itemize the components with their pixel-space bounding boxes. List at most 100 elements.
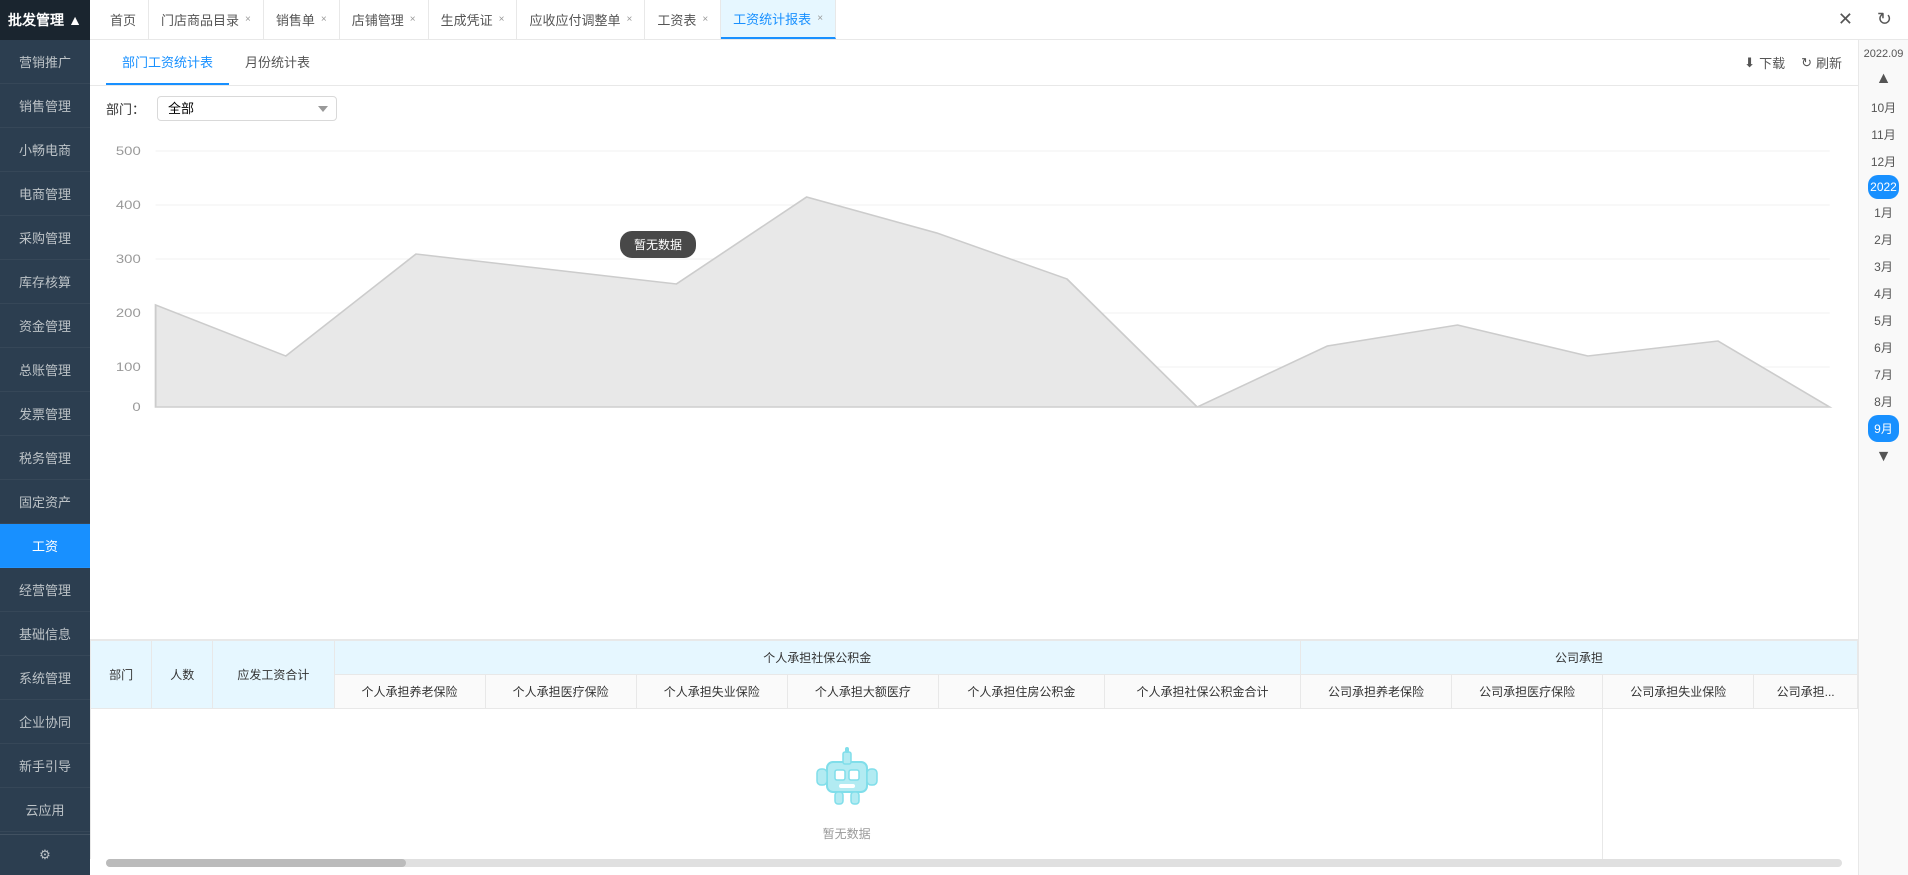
tab-首页[interactable]: 首页	[98, 0, 149, 39]
department-filter-label: 部门：	[106, 99, 145, 118]
col-headcount: 人数	[152, 641, 213, 709]
sidebar-item-新手引导[interactable]: 新手引导	[0, 744, 90, 788]
tab-label: 工资表	[657, 10, 696, 29]
date-item-12月[interactable]: 12月	[1868, 148, 1899, 175]
tab-工资表[interactable]: 工资表 ×	[645, 0, 721, 39]
sidebar-item-采购管理[interactable]: 采购管理	[0, 216, 90, 260]
date-item-2022[interactable]: 2022	[1868, 175, 1899, 199]
col-personal-large-medical: 个人承担大额医疗	[787, 675, 938, 709]
sub-tabs-right: ⬇ 下载 ↻ 刷新	[1744, 53, 1842, 72]
col-group-company: 公司承担	[1301, 641, 1858, 675]
sidebar-item-发票管理[interactable]: 发票管理	[0, 392, 90, 436]
sidebar-item-云应用[interactable]: 云应用	[0, 788, 90, 832]
sidebar-header[interactable]: 批发管理 ▲	[0, 0, 90, 40]
close-all-btn[interactable]: ✕	[1830, 5, 1861, 34]
col-personal-unemployment: 个人承担失业保险	[636, 675, 787, 709]
sidebar-item-营销推广[interactable]: 营销推广	[0, 40, 90, 84]
chart-svg: 500 400 300 200 100 0	[106, 141, 1842, 421]
sidebar-item-基础信息[interactable]: 基础信息	[0, 612, 90, 656]
download-btn[interactable]: ⬇ 下载	[1744, 53, 1785, 72]
sidebar-item-总账管理[interactable]: 总账管理	[0, 348, 90, 392]
date-current-label: 2022.09	[1862, 44, 1906, 64]
sidebar-item-工资[interactable]: 工资	[0, 524, 90, 568]
tab-department-stats[interactable]: 部门工资统计表	[106, 40, 229, 85]
department-filter-select[interactable]: 全部 财务部 销售部 采购部 运营部	[157, 96, 337, 121]
date-item-6月[interactable]: 6月	[1868, 334, 1899, 361]
date-item-7月[interactable]: 7月	[1868, 361, 1899, 388]
tab-close-btn[interactable]: ×	[499, 14, 505, 25]
tab-生成凭证[interactable]: 生成凭证 ×	[429, 0, 518, 39]
table-container[interactable]: 部门 人数 应发工资合计 个人承担社保公积金 公司承担 个人承担养老保险 个人承…	[90, 639, 1858, 859]
tab-店铺管理[interactable]: 店铺管理 ×	[340, 0, 429, 39]
date-item-10月[interactable]: 10月	[1868, 94, 1899, 121]
tab-应收应付调整单[interactable]: 应收应付调整单 ×	[517, 0, 645, 39]
col-personal-housing: 个人承担住房公积金	[938, 675, 1104, 709]
tab-close-btn[interactable]: ×	[702, 14, 708, 25]
col-company-medical: 公司承担医疗保险	[1452, 675, 1603, 709]
tab-close-btn[interactable]: ×	[626, 14, 632, 25]
date-item-4月[interactable]: 4月	[1868, 280, 1899, 307]
tab-label: 应收应付调整单	[529, 10, 620, 29]
date-item-1月[interactable]: 1月	[1868, 199, 1899, 226]
tab-门店商品目录[interactable]: 门店商品目录 ×	[149, 0, 264, 39]
date-item-11月[interactable]: 11月	[1868, 121, 1899, 148]
date-down-btn[interactable]: ▼	[1859, 442, 1908, 472]
tab-label: 店铺管理	[352, 10, 404, 29]
tab-label: 生成凭证	[441, 10, 493, 29]
main-area: 首页门店商品目录×销售单×店铺管理×生成凭证×应收应付调整单×工资表×工资统计报…	[90, 0, 1908, 875]
tab-close-btn[interactable]: ×	[817, 13, 823, 24]
sidebar-arrow: ▲	[68, 12, 82, 28]
sidebar-item-系统管理[interactable]: 系统管理	[0, 656, 90, 700]
svg-text:400: 400	[116, 198, 141, 211]
svg-text:500: 500	[116, 144, 141, 157]
table-scrollbar-thumb[interactable]	[106, 859, 406, 867]
tab-工资统计报表[interactable]: 工资统计报表 ×	[721, 0, 836, 39]
sidebar-item-固定资产[interactable]: 固定资产	[0, 480, 90, 524]
tab-close-btn[interactable]: ×	[245, 14, 251, 25]
sidebar-item-小畅电商[interactable]: 小畅电商	[0, 128, 90, 172]
table-scrollbar[interactable]	[106, 859, 1842, 867]
tab-label: 工资统计报表	[733, 9, 811, 28]
tab-label: 门店商品目录	[161, 10, 239, 29]
date-item-9月[interactable]: 9月	[1868, 415, 1899, 442]
sidebar-item-企业协同[interactable]: 企业协同	[0, 700, 90, 744]
date-item-5月[interactable]: 5月	[1868, 307, 1899, 334]
refresh-btn[interactable]: ↻ 刷新	[1801, 53, 1842, 72]
date-item-3月[interactable]: 3月	[1868, 253, 1899, 280]
refresh-all-btn[interactable]: ↻	[1869, 5, 1900, 34]
tab-close-btn[interactable]: ×	[410, 14, 416, 25]
chart-area: 500 400 300 200 100 0	[90, 131, 1858, 639]
page-content: 部门工资统计表 月份统计表 ⬇ 下载 ↻ 刷新	[90, 40, 1908, 875]
filter-bar: 部门： 全部 财务部 销售部 采购部 运营部	[90, 86, 1858, 131]
tab-month-stats[interactable]: 月份统计表	[229, 40, 326, 85]
data-table: 部门 人数 应发工资合计 个人承担社保公积金 公司承担 个人承担养老保险 个人承…	[90, 640, 1858, 859]
date-item-8月[interactable]: 8月	[1868, 388, 1899, 415]
sidebar-item-经营管理[interactable]: 经营管理	[0, 568, 90, 612]
sidebar-item-电商管理[interactable]: 电商管理	[0, 172, 90, 216]
empty-robot-icon	[807, 737, 887, 817]
col-personal-medical: 个人承担医疗保险	[485, 675, 636, 709]
sidebar-item-税务管理[interactable]: 税务管理	[0, 436, 90, 480]
tab-销售单[interactable]: 销售单×	[264, 0, 340, 39]
download-icon: ⬇	[1744, 55, 1755, 71]
table-empty-state: 暂无数据	[91, 709, 1603, 860]
sidebar-footer-settings[interactable]: ⚙	[0, 834, 90, 875]
sidebar-item-库存核算[interactable]: 库存核算	[0, 260, 90, 304]
svg-text:300: 300	[116, 252, 141, 265]
sub-tabs-left: 部门工资统计表 月份统计表	[106, 40, 326, 85]
tab-close-btn[interactable]: ×	[321, 14, 327, 25]
date-item-2月[interactable]: 2月	[1868, 226, 1899, 253]
col-personal-total: 个人承担社保公积金合计	[1104, 675, 1300, 709]
col-total-salary: 应发工资合计	[213, 641, 334, 709]
left-panel: 部门工资统计表 月份统计表 ⬇ 下载 ↻ 刷新	[90, 40, 1858, 875]
col-company-unemployment: 公司承担失业保险	[1603, 675, 1754, 709]
tab-bar: 首页门店商品目录×销售单×店铺管理×生成凭证×应收应付调整单×工资表×工资统计报…	[90, 0, 1908, 40]
sidebar-title: 批发管理	[8, 10, 64, 30]
col-company-pension: 公司承担养老保险	[1301, 675, 1452, 709]
sidebar-item-销售管理[interactable]: 销售管理	[0, 84, 90, 128]
date-up-btn[interactable]: ▲	[1859, 64, 1908, 94]
col-personal-pension: 个人承担养老保险	[334, 675, 485, 709]
sidebar-item-资金管理[interactable]: 资金管理	[0, 304, 90, 348]
col-department: 部门	[91, 641, 152, 709]
svg-text:100: 100	[116, 360, 141, 373]
